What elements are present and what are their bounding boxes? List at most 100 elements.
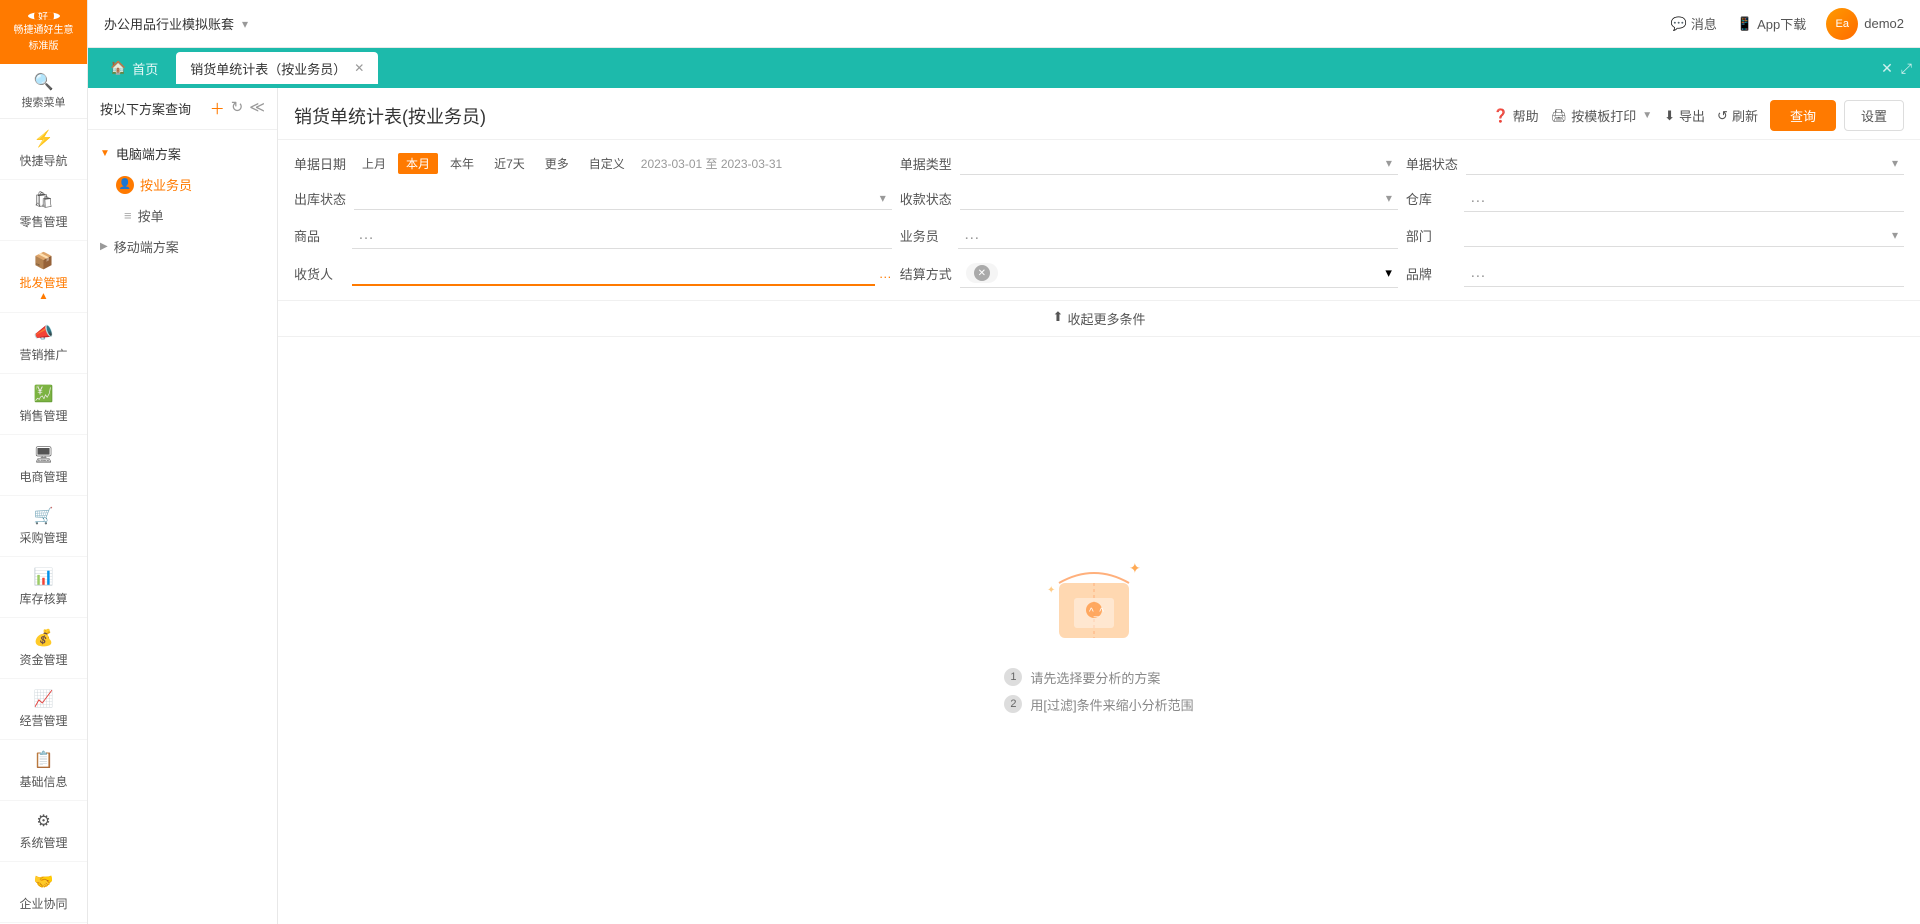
brand-input[interactable]: …: [1464, 260, 1904, 287]
print-btn[interactable]: 🖨 按模板打印 ▼: [1551, 106, 1652, 125]
by-staff-label: 按业务员: [140, 175, 192, 194]
staff-input[interactable]: …: [958, 222, 1398, 249]
sidebar-item-basic[interactable]: 📋 基础信息: [0, 740, 87, 801]
page-title: 销货单统计表(按业务员): [294, 103, 486, 129]
sidebar-item-operations[interactable]: 📈 经营管理: [0, 679, 87, 740]
date-tab-this-year[interactable]: 本年: [442, 153, 482, 174]
refresh-label: 刷新: [1732, 106, 1758, 125]
filter-row-3: 商品 … 业务员 … 部门 ▾: [294, 222, 1904, 249]
left-scheme-panel: 按以下方案查询 ＋ ↻ ≪ ▼ 电脑端方案 👤 按业务员: [88, 88, 278, 924]
sidebar-item-sales[interactable]: 💹 销售管理: [0, 374, 87, 435]
filter-field-goods: 商品 …: [294, 222, 892, 249]
tab-close-icon[interactable]: ✕: [354, 61, 364, 75]
mobile-scheme-label: 移动端方案: [114, 237, 179, 256]
sidebar-item-enterprise[interactable]: 🤝 企业协同: [0, 862, 87, 923]
quick-nav-item[interactable]: ⚡ 快捷导航: [0, 119, 87, 180]
svg-text:^_^: ^_^: [1089, 607, 1104, 618]
collapse-panel-btn[interactable]: ≪: [249, 98, 265, 119]
window-close-icon[interactable]: ✕: [1881, 60, 1893, 77]
page-content: 按以下方案查询 ＋ ↻ ≪ ▼ 电脑端方案 👤 按业务员: [88, 88, 1920, 924]
export-label: 导出: [1679, 106, 1705, 125]
dept-select[interactable]: ▾: [1464, 224, 1904, 247]
tab-home-label: 首页: [132, 59, 158, 78]
query-button[interactable]: 查询: [1770, 100, 1836, 131]
date-tabs: 上月 本月 本年 近7天 更多 自定义: [354, 153, 633, 174]
sidebar-item-purchase[interactable]: 🛒 采购管理: [0, 496, 87, 557]
wholesale-label: 批发管理: [19, 274, 67, 291]
refresh-btn[interactable]: ↺ 刷新: [1717, 106, 1758, 125]
empty-hint-2: 2 用[过滤]条件来缩小分析范围: [1004, 695, 1193, 714]
date-label: 单据日期: [294, 154, 346, 173]
help-label: 帮助: [1513, 106, 1539, 125]
tab-expand-btn[interactable]: ✕ ⤢: [1881, 60, 1912, 77]
receiver-input[interactable]: [352, 261, 875, 286]
settings-button[interactable]: 设置: [1844, 100, 1904, 131]
filter-field-receiver: 收货人 …: [294, 261, 892, 286]
help-btn[interactable]: ❓ 帮助: [1492, 106, 1538, 125]
window-expand-icon[interactable]: ⤢: [1901, 60, 1912, 77]
retail-icon: 🛍: [33, 190, 53, 210]
empty-hints: 1 请先选择要分析的方案 2 用[过滤]条件来缩小分析范围: [1004, 668, 1193, 714]
filter-row-4: 收货人 … 结算方式 ✕ ▾ 品牌: [294, 259, 1904, 288]
sidebar-item-system[interactable]: ⚙ 系统管理: [0, 801, 87, 862]
filter-field-doc-status: 单据状态 ▾: [1406, 152, 1904, 175]
date-tab-more[interactable]: 更多: [537, 153, 577, 174]
marketing-icon: 📣: [34, 323, 54, 343]
empty-hint-1: 1 请先选择要分析的方案: [1004, 668, 1193, 687]
search-menu-item[interactable]: 🔍 搜索菜单: [0, 64, 87, 119]
goods-input[interactable]: …: [352, 222, 892, 249]
warehouse-label: 仓库: [1406, 189, 1456, 208]
svg-text:✦: ✦: [1129, 560, 1141, 576]
app-download-icon: 📱: [1737, 16, 1753, 32]
filter-row-1: 单据日期 上月 本月 本年 近7天 更多 自定义 2023-03-01 至 20…: [294, 152, 1904, 175]
collect-status-select[interactable]: ▾: [960, 187, 1398, 210]
collapse-label: 收起更多条件: [1067, 309, 1145, 328]
mobile-scheme-header[interactable]: ▶ 移动端方案: [88, 231, 277, 262]
scheme-item-by-staff[interactable]: 👤 按业务员: [88, 169, 277, 200]
warehouse-input[interactable]: …: [1464, 185, 1904, 212]
sidebar-item-inventory[interactable]: 📊 库存核算: [0, 557, 87, 618]
hint-num-1: 1: [1004, 668, 1022, 686]
filter-row-2: 出库状态 ▾ 收款状态 ▾ 仓库: [294, 185, 1904, 212]
title-actions: ❓ 帮助 🖨 按模板打印 ▼ ⬇ 导出 ↺ 刷新: [1492, 100, 1904, 131]
out-status-select[interactable]: ▾: [354, 187, 892, 210]
tab-sales-stat-label: 销货单统计表（按业务员）: [190, 59, 346, 78]
message-btn[interactable]: 💬 消息: [1671, 14, 1717, 33]
refresh-scheme-btn[interactable]: ↻: [231, 98, 244, 119]
sidebar-item-retail[interactable]: 🛍 零售管理: [0, 180, 87, 241]
tab-sales-stat[interactable]: 销货单统计表（按业务员） ✕: [176, 52, 378, 84]
print-icon: 🖨: [1551, 108, 1568, 124]
date-tab-this-month[interactable]: 本月: [398, 153, 438, 174]
sales-label: 销售管理: [19, 407, 67, 424]
export-btn[interactable]: ⬇ 导出: [1664, 106, 1705, 125]
sidebar-item-finance[interactable]: 💰 资金管理: [0, 618, 87, 679]
doc-status-select[interactable]: ▾: [1466, 152, 1904, 175]
desktop-scheme-group: ▼ 电脑端方案 👤 按业务员 ≡ 按单: [88, 138, 277, 231]
receiver-label: 收货人: [294, 264, 344, 283]
scheme-item-by-order[interactable]: ≡ 按单: [88, 200, 277, 231]
message-icon: 💬: [1671, 16, 1687, 32]
scheme-header: 按以下方案查询 ＋ ↻ ≪: [88, 88, 277, 130]
ecommerce-icon: 🖥: [33, 445, 53, 465]
query-action-row: 查询 设置: [1770, 100, 1904, 131]
date-tab-7days[interactable]: 近7天: [486, 153, 533, 174]
app-download-btn[interactable]: 📱 App下载: [1737, 14, 1806, 33]
add-scheme-btn[interactable]: ＋: [210, 98, 225, 119]
date-tab-custom[interactable]: 自定义: [581, 153, 633, 174]
sidebar-item-marketing[interactable]: 📣 营销推广: [0, 313, 87, 374]
sidebar-item-wholesale[interactable]: 📦 批发管理 ▲: [0, 241, 87, 313]
tab-home[interactable]: 🏠 首页: [96, 52, 172, 84]
app-download-label: App下载: [1757, 14, 1806, 33]
date-tab-last-month[interactable]: 上月: [354, 153, 394, 174]
collapse-more-bar[interactable]: ⬆ 收起更多条件: [278, 301, 1920, 337]
sidebar-item-ecommerce[interactable]: 🖥 电商管理: [0, 435, 87, 496]
finance-label: 资金管理: [19, 651, 67, 668]
receiver-dots-btn[interactable]: …: [879, 266, 892, 281]
doc-type-select[interactable]: ▾: [960, 152, 1398, 175]
settle-tag-close[interactable]: ✕: [974, 265, 990, 281]
desktop-scheme-header[interactable]: ▼ 电脑端方案: [88, 138, 277, 169]
filter-field-collect-status: 收款状态 ▾: [900, 187, 1398, 210]
filter-field-date: 单据日期 上月 本月 本年 近7天 更多 自定义 2023-03-01 至 20…: [294, 153, 892, 174]
user-profile-btn[interactable]: Ea demo2: [1826, 8, 1904, 40]
basic-label: 基础信息: [19, 773, 67, 790]
